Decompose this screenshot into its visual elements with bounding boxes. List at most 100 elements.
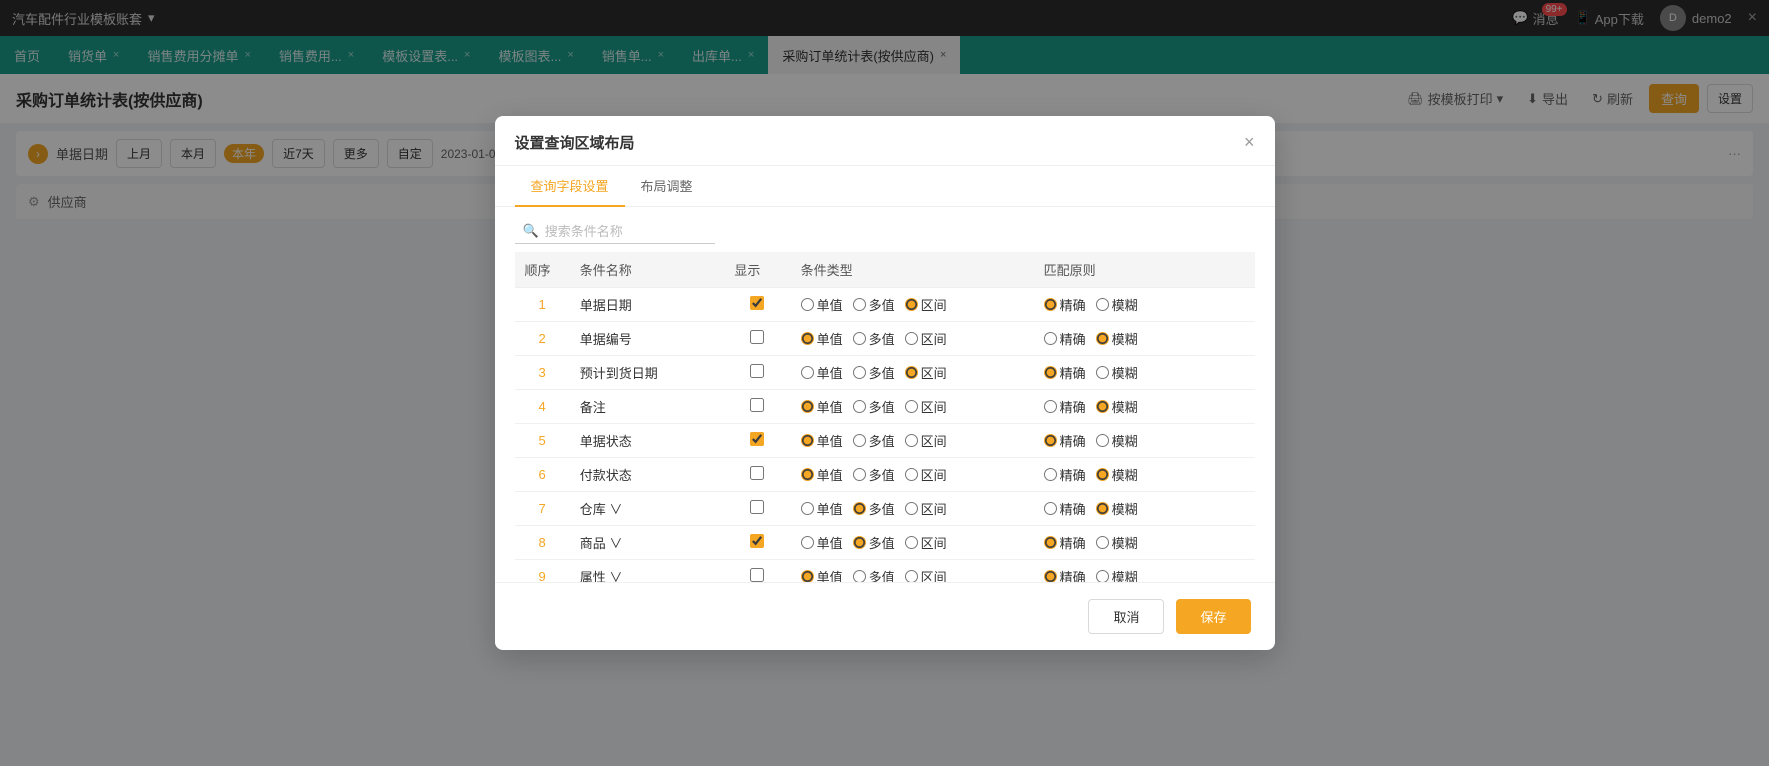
match-cell: 精确模糊: [1034, 390, 1255, 424]
type-radio-item[interactable]: 区间: [905, 397, 947, 416]
field-table-container: 顺序 条件名称 显示 条件类型 匹配原则 1单据日期单值多值区间精确模糊2单据编…: [495, 252, 1275, 582]
type-cell: 单值多值区间: [791, 390, 1034, 424]
match-radio-item[interactable]: 模糊: [1096, 431, 1138, 450]
order-cell: 6: [515, 458, 570, 492]
display-cell[interactable]: [724, 492, 790, 526]
display-cell[interactable]: [724, 356, 790, 390]
display-checkbox[interactable]: [750, 398, 764, 412]
match-radio-item[interactable]: 模糊: [1096, 465, 1138, 484]
match-cell: 精确模糊: [1034, 322, 1255, 356]
match-radio-item[interactable]: 精确: [1044, 533, 1086, 552]
type-radio-item[interactable]: 多值: [853, 397, 895, 416]
type-cell: 单值多值区间: [791, 492, 1034, 526]
search-input[interactable]: [545, 224, 705, 239]
type-cell: 单值多值区间: [791, 322, 1034, 356]
type-radio-item[interactable]: 区间: [905, 465, 947, 484]
display-checkbox[interactable]: [750, 330, 764, 344]
match-cell: 精确模糊: [1034, 458, 1255, 492]
match-radio-item[interactable]: 精确: [1044, 295, 1086, 314]
type-radio-item[interactable]: 多值: [853, 465, 895, 484]
display-checkbox[interactable]: [750, 534, 764, 548]
display-checkbox[interactable]: [750, 568, 764, 582]
type-radio-item[interactable]: 多值: [853, 567, 895, 582]
type-radio-item[interactable]: 单值: [801, 431, 843, 450]
match-radio-item[interactable]: 模糊: [1096, 499, 1138, 518]
dialog-search-area: 🔍: [495, 207, 1275, 252]
table-row: 7仓库 ∨单值多值区间精确模糊: [515, 492, 1255, 526]
match-radio-item[interactable]: 精确: [1044, 329, 1086, 348]
display-cell[interactable]: [724, 560, 790, 583]
dialog-tabs: 查询字段设置 布局调整: [495, 166, 1275, 207]
match-cell: 精确模糊: [1034, 424, 1255, 458]
dialog-close-btn[interactable]: ×: [1244, 132, 1255, 153]
table-row: 6付款状态单值多值区间精确模糊: [515, 458, 1255, 492]
match-radio-item[interactable]: 模糊: [1096, 329, 1138, 348]
match-radio-item[interactable]: 模糊: [1096, 533, 1138, 552]
display-cell[interactable]: [724, 322, 790, 356]
display-checkbox[interactable]: [750, 432, 764, 446]
name-cell: 备注: [570, 390, 725, 424]
match-radio-item[interactable]: 精确: [1044, 431, 1086, 450]
type-radio-item[interactable]: 多值: [853, 499, 895, 518]
match-radio-item[interactable]: 模糊: [1096, 397, 1138, 416]
type-radio-item[interactable]: 单值: [801, 533, 843, 552]
type-radio-item[interactable]: 多值: [853, 329, 895, 348]
type-radio-item[interactable]: 单值: [801, 329, 843, 348]
match-radio-item[interactable]: 精确: [1044, 567, 1086, 582]
type-cell: 单值多值区间: [791, 288, 1034, 322]
type-radio-item[interactable]: 单值: [801, 397, 843, 416]
match-radio-item[interactable]: 模糊: [1096, 295, 1138, 314]
type-radio-item[interactable]: 单值: [801, 295, 843, 314]
name-cell: 预计到货日期: [570, 356, 725, 390]
type-radio-item[interactable]: 区间: [905, 431, 947, 450]
type-radio-item[interactable]: 多值: [853, 295, 895, 314]
type-cell: 单值多值区间: [791, 424, 1034, 458]
display-cell[interactable]: [724, 526, 790, 560]
type-cell: 单值多值区间: [791, 526, 1034, 560]
display-cell[interactable]: [724, 424, 790, 458]
order-cell: 1: [515, 288, 570, 322]
table-row: 8商品 ∨单值多值区间精确模糊: [515, 526, 1255, 560]
cancel-btn[interactable]: 取消: [1088, 599, 1164, 634]
match-radio-item[interactable]: 精确: [1044, 465, 1086, 484]
name-cell: 单据状态: [570, 424, 725, 458]
match-cell: 精确模糊: [1034, 288, 1255, 322]
display-checkbox[interactable]: [750, 364, 764, 378]
match-radio-item[interactable]: 模糊: [1096, 567, 1138, 582]
match-radio-item[interactable]: 精确: [1044, 499, 1086, 518]
type-radio-item[interactable]: 区间: [905, 567, 947, 582]
type-radio-item[interactable]: 多值: [853, 431, 895, 450]
display-cell[interactable]: [724, 458, 790, 492]
save-btn[interactable]: 保存: [1176, 599, 1250, 634]
type-radio-item[interactable]: 多值: [853, 533, 895, 552]
type-radio-item[interactable]: 区间: [905, 533, 947, 552]
type-radio-item[interactable]: 区间: [905, 363, 947, 382]
order-cell: 9: [515, 560, 570, 583]
display-cell[interactable]: [724, 390, 790, 424]
match-cell: 精确模糊: [1034, 526, 1255, 560]
match-cell: 精确模糊: [1034, 356, 1255, 390]
type-radio-item[interactable]: 区间: [905, 499, 947, 518]
type-radio-item[interactable]: 单值: [801, 499, 843, 518]
type-radio-item[interactable]: 单值: [801, 567, 843, 582]
display-checkbox[interactable]: [750, 466, 764, 480]
type-radio-item[interactable]: 单值: [801, 363, 843, 382]
type-radio-item[interactable]: 区间: [905, 295, 947, 314]
table-row: 9属性 ∨ 单值多值区间 精确模糊: [515, 560, 1255, 583]
dialog-footer: 取消 保存: [495, 582, 1275, 650]
match-radio-item[interactable]: 精确: [1044, 363, 1086, 382]
tab-layout[interactable]: 布局调整: [625, 166, 709, 207]
match-radio-item[interactable]: 精确: [1044, 397, 1086, 416]
th-display: 显示: [724, 252, 790, 288]
display-cell[interactable]: [724, 288, 790, 322]
display-checkbox[interactable]: [750, 500, 764, 514]
type-radio-item[interactable]: 多值: [853, 363, 895, 382]
display-checkbox[interactable]: [750, 296, 764, 310]
name-cell: 属性 ∨: [570, 560, 725, 583]
match-radio-item[interactable]: 模糊: [1096, 363, 1138, 382]
type-radio-item[interactable]: 单值: [801, 465, 843, 484]
table-row: 4备注单值多值区间精确模糊: [515, 390, 1255, 424]
tab-query-fields[interactable]: 查询字段设置: [515, 166, 625, 207]
table-row: 3预计到货日期单值多值区间精确模糊: [515, 356, 1255, 390]
type-radio-item[interactable]: 区间: [905, 329, 947, 348]
